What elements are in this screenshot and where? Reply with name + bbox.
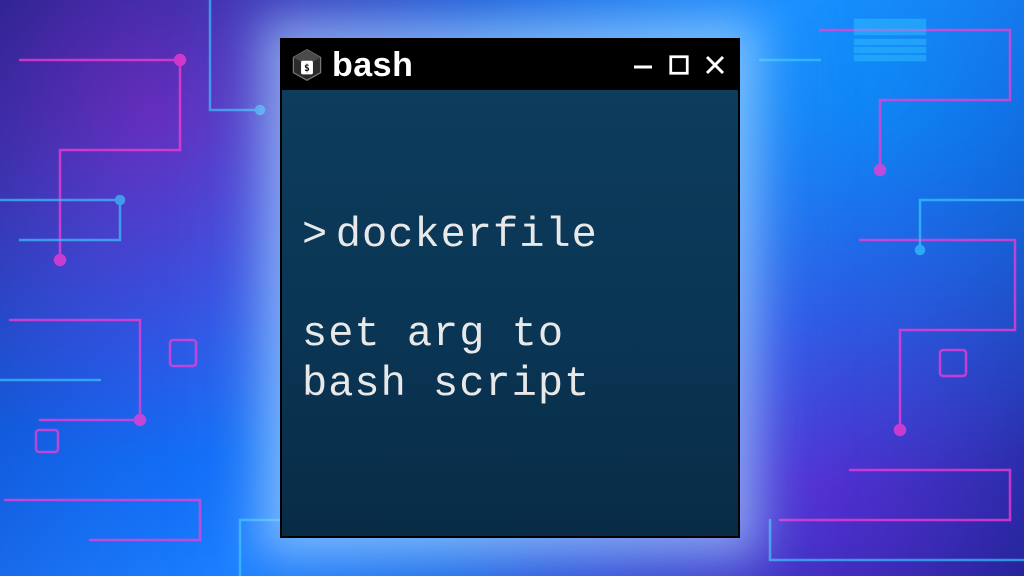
prompt-symbol: >: [302, 211, 328, 259]
bash-shell-icon: $: [290, 48, 324, 82]
command-text-line-1: dockerfile: [336, 211, 598, 259]
command-line: >dockerfile: [302, 112, 718, 310]
svg-text:$: $: [304, 63, 310, 74]
background-circuit-art: $ bash >docker: [0, 0, 1024, 576]
window-title: bash: [332, 46, 622, 85]
maximize-button[interactable]: [666, 52, 692, 78]
close-button[interactable]: [702, 52, 728, 78]
terminal-body[interactable]: >dockerfile set arg to bash script: [282, 90, 738, 536]
command-text-line-3: bash script: [302, 360, 718, 410]
minimize-button[interactable]: [630, 52, 656, 78]
terminal-window: $ bash >docker: [280, 38, 740, 538]
titlebar[interactable]: $ bash: [282, 40, 738, 90]
window-controls: [630, 52, 728, 78]
command-text-line-2: set arg to: [302, 310, 718, 360]
